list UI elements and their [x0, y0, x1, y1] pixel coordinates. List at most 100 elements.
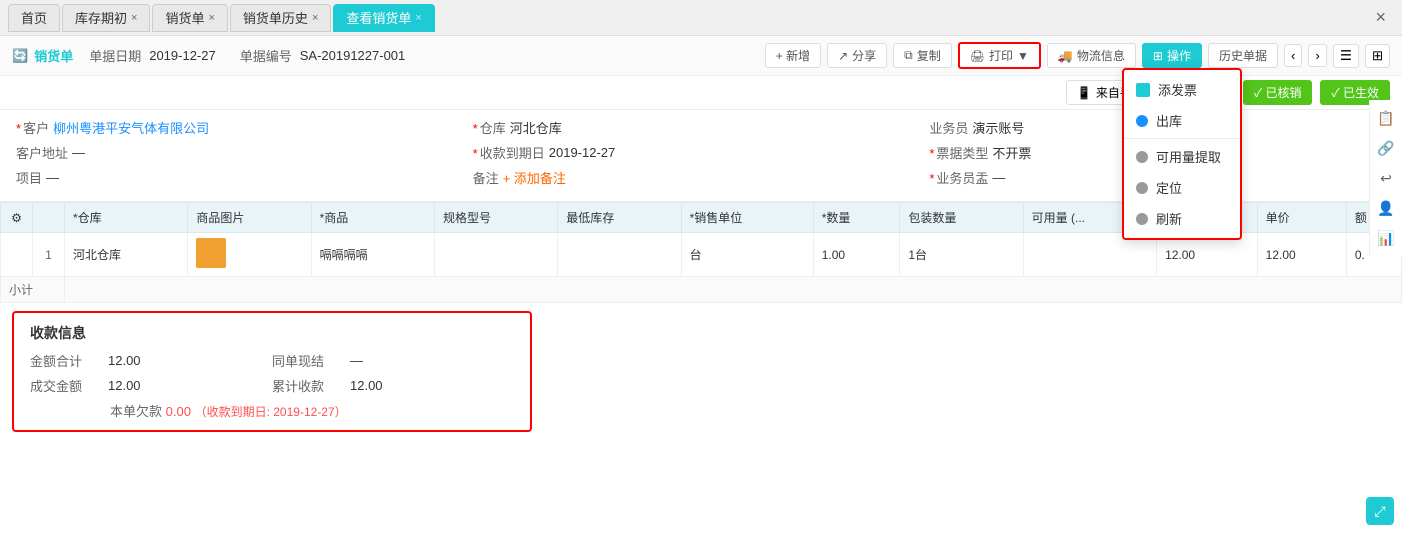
- tab-inventory-close[interactable]: ×: [131, 12, 137, 24]
- menu-locate[interactable]: 定位: [1124, 172, 1240, 203]
- tab-bar: 首页 库存期初 × 销货单 × 销货单历史 × 查看销货单 × ×: [0, 0, 1402, 36]
- operate-icon: ⊞: [1153, 49, 1163, 63]
- tab-home-label: 首页: [21, 8, 47, 27]
- confirm-button[interactable]: ✓ 已核销: [1243, 80, 1313, 105]
- payment-title: 收款信息: [30, 323, 514, 343]
- locate-icon: [1136, 182, 1148, 194]
- tab-sales-history[interactable]: 销货单历史 ×: [230, 4, 331, 32]
- arrears-label: 本单欠款: [110, 404, 162, 419]
- date-label: 单据日期: [89, 46, 141, 65]
- cumulative-label: 累计收款: [272, 376, 342, 395]
- payment-date-field: 收款到期日 2019-12-27: [473, 143, 930, 162]
- available-qty-label: 可用量提取: [1156, 147, 1221, 166]
- print-button[interactable]: 🖨 打印 ▼: [958, 42, 1041, 69]
- tab-home[interactable]: 首页: [8, 4, 60, 32]
- expand-button[interactable]: ⤢: [1366, 497, 1394, 525]
- col-image-header: 商品图片: [188, 203, 311, 233]
- tool-clipboard[interactable]: 📋: [1372, 104, 1400, 132]
- row-settings[interactable]: [1, 233, 33, 277]
- address-value: —: [72, 145, 85, 160]
- customer-label: 客户: [16, 118, 49, 137]
- tab-inventory-init[interactable]: 库存期初 ×: [62, 4, 150, 32]
- customer-field: 客户 柳州粤港平安气体有限公司: [16, 118, 473, 137]
- menu-add-invoice[interactable]: 添发票: [1124, 74, 1240, 105]
- subtotal-row: 小计: [1, 277, 1402, 303]
- address-field: 客户地址 —: [16, 143, 473, 162]
- project-value: —: [46, 170, 59, 185]
- arrears-row: 本单欠款 0.00 （收款到期日: 2019-12-27）: [30, 401, 514, 420]
- col-packqty-header: 包装数量: [900, 203, 1023, 233]
- refresh-icon: [1136, 213, 1148, 225]
- number-value: SA-20191227-001: [300, 48, 406, 63]
- col-qty-header: *数量: [813, 203, 900, 233]
- copy-icon: ⧉: [904, 48, 913, 63]
- doc-icon: 🔄: [12, 48, 28, 64]
- tab-inventory-label: 库存期初: [75, 8, 127, 27]
- row-qty: 1.00: [813, 233, 900, 277]
- tab-history-close[interactable]: ×: [312, 12, 318, 24]
- project-field: 项目 —: [16, 168, 473, 187]
- operate-button[interactable]: ⊞ 操作: [1142, 43, 1202, 68]
- prev-button[interactable]: ‹: [1284, 44, 1302, 67]
- payment-section: 收款信息 金额合计 12.00 同单现结 — 成交金额 12.00 累计收款 1…: [12, 311, 532, 432]
- view-grid-button[interactable]: ⊞: [1365, 44, 1390, 68]
- customer-value[interactable]: 柳州粤港平安气体有限公司: [53, 118, 209, 137]
- copy-button[interactable]: ⧉ 复制: [893, 43, 952, 68]
- col-seq-header: [33, 203, 65, 233]
- out-stock-icon: [1136, 115, 1148, 127]
- doc-actions: + 新增 ↗ 分享 ⧉ 复制 🖨 打印 ▼ 🚚 物流信息: [765, 42, 1390, 69]
- col-minstock-header: 最低库存: [558, 203, 681, 233]
- doc-meta: 单据日期 2019-12-27 单据编号 SA-20191227-001: [89, 46, 405, 65]
- tab-sales-label: 销货单: [165, 8, 204, 27]
- view-list-button[interactable]: ☰: [1333, 44, 1359, 68]
- tab-view-sales[interactable]: 查看销货单 ×: [333, 4, 434, 32]
- project-label: 项目: [16, 168, 42, 187]
- tab-sales-order[interactable]: 销货单 ×: [152, 4, 227, 32]
- same-order-row: 同单现结 —: [272, 351, 514, 370]
- logistics-button[interactable]: 🚚 物流信息: [1047, 43, 1136, 68]
- row-unit: 台: [681, 233, 813, 277]
- same-order-label: 同单现结: [272, 351, 342, 370]
- history-button[interactable]: 历史单据: [1208, 43, 1278, 68]
- subtotal-label: 小计: [1, 277, 65, 303]
- salesperson-value: —: [992, 170, 1005, 185]
- tool-return[interactable]: ↩: [1372, 164, 1400, 192]
- employee-value: 演示账号: [972, 118, 1024, 137]
- share-button[interactable]: ↗ 分享: [827, 43, 887, 68]
- menu-refresh[interactable]: 刷新: [1124, 203, 1240, 234]
- salesperson-label: 业务员盂: [929, 168, 988, 187]
- add-invoice-icon: [1136, 83, 1150, 97]
- number-label: 单据编号: [240, 46, 292, 65]
- operate-dropdown: 添发票 出库 可用量提取 定位 刷新: [1122, 68, 1242, 240]
- payment-date-label: 收款到期日: [473, 143, 545, 162]
- tab-view-close[interactable]: ×: [415, 12, 421, 24]
- ticket-type-label: 票据类型: [929, 143, 988, 162]
- add-note-button[interactable]: + 添加备注: [503, 168, 566, 187]
- row-product: 嗝嗝嗝嗝: [311, 233, 434, 277]
- next-button[interactable]: ›: [1308, 44, 1326, 67]
- cumulative-row: 累计收款 12.00: [272, 376, 514, 395]
- tab-view-label: 查看销货单: [346, 8, 411, 27]
- col-model-header: 规格型号: [434, 203, 557, 233]
- tool-user[interactable]: 👤: [1372, 194, 1400, 222]
- new-button[interactable]: + 新增: [765, 43, 821, 68]
- subtotal-values: [65, 277, 1402, 303]
- phone-icon: 📱: [1077, 86, 1092, 100]
- menu-divider: [1124, 138, 1240, 139]
- locate-label: 定位: [1156, 178, 1182, 197]
- close-window-btn[interactable]: ×: [1367, 7, 1394, 28]
- menu-available-qty[interactable]: 可用量提取: [1124, 141, 1240, 172]
- row-seq: 1: [33, 233, 65, 277]
- cumulative-value: 12.00: [350, 378, 383, 393]
- out-stock-label: 出库: [1156, 111, 1182, 130]
- right-tools-panel: 📋 🔗 ↩ 👤 📊: [1369, 100, 1402, 256]
- tool-chart[interactable]: 📊: [1372, 224, 1400, 252]
- tab-sales-close[interactable]: ×: [208, 12, 214, 24]
- tool-link[interactable]: 🔗: [1372, 134, 1400, 162]
- arrears-hint: （收款到期日: 2019-12-27）: [195, 405, 347, 419]
- menu-out-stock[interactable]: 出库: [1124, 105, 1240, 136]
- total-amount-label: 金额合计: [30, 351, 100, 370]
- col-settings-header[interactable]: ⚙: [1, 203, 33, 233]
- doc-title-label: 销货单: [34, 46, 73, 65]
- payment-grid: 金额合计 12.00 同单现结 — 成交金额 12.00 累计收款 12.00 …: [30, 351, 514, 420]
